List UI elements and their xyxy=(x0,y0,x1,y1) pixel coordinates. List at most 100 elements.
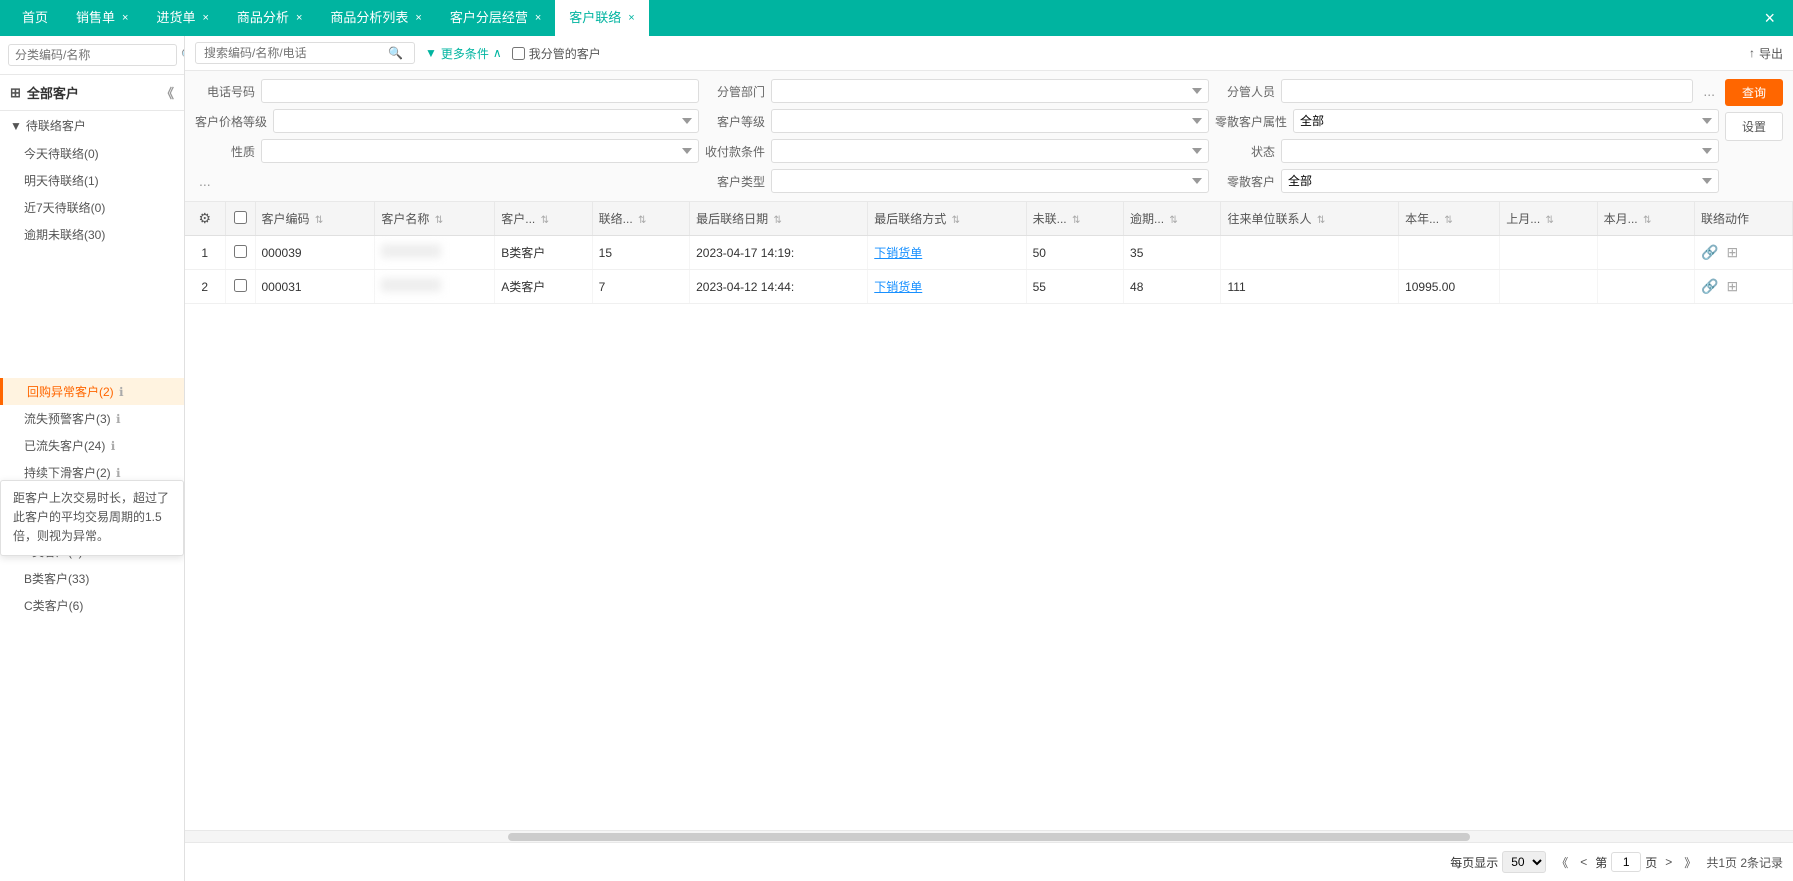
sort-name-icon[interactable]: ⇅ xyxy=(435,215,443,226)
nature-select[interactable] xyxy=(261,139,699,163)
nav-customer-tier[interactable]: 客户分层经营 × xyxy=(436,0,555,36)
my-customers-checkbox[interactable] xyxy=(512,47,525,60)
last-method-link-2[interactable]: 下销货单 xyxy=(874,280,922,294)
filter-icon: ▼ xyxy=(425,46,437,60)
sort-method-icon[interactable]: ⇅ xyxy=(952,215,960,226)
close-all-button[interactable]: × xyxy=(1754,8,1785,29)
sidebar-item-overdue[interactable]: 逾期未联络(30) xyxy=(0,221,184,248)
row2-checkbox[interactable] xyxy=(234,279,247,292)
nav-home[interactable]: 首页 xyxy=(8,0,62,36)
sidebar-item-today[interactable]: 今天待联络(0) xyxy=(0,140,184,167)
sort-contact-icon[interactable]: ⇅ xyxy=(638,215,646,226)
sidebar-item-class-c[interactable]: C类客户(6) xyxy=(0,592,184,619)
more-filter-button[interactable]: ▼ 更多条件 ∧ xyxy=(425,45,502,62)
th-actions: 联络动作 xyxy=(1695,202,1793,236)
table-row: 2 000031 A类客户 xyxy=(185,270,1793,304)
td-unit-contact-1 xyxy=(1221,236,1399,270)
sidebar-collapse-button[interactable]: 《 xyxy=(161,83,174,102)
last-method-link-1[interactable]: 下销货单 xyxy=(874,246,922,260)
row1-checkbox[interactable] xyxy=(234,245,247,258)
last-page-button[interactable]: 》 xyxy=(1680,852,1700,873)
customer-search-icon[interactable]: 🔍 xyxy=(388,46,403,60)
action-link-icon-2[interactable]: 🔗 xyxy=(1701,278,1718,295)
nav-customer-contact-close[interactable]: × xyxy=(628,0,634,36)
nav-product-analysis[interactable]: 商品分析 × xyxy=(223,0,316,36)
filter-field-ellipsis: ... xyxy=(195,173,699,189)
nav-sales-close[interactable]: × xyxy=(122,0,128,36)
table-header-row: ⚙ 客户编码 ⇅ 客户名称 ⇅ xyxy=(185,202,1793,236)
person-input[interactable] xyxy=(1281,79,1693,103)
retail-customer-select[interactable]: 全部 xyxy=(1281,169,1719,193)
action-grid-icon-1[interactable]: ⊞ xyxy=(1726,244,1738,261)
sort-uncontacted-icon[interactable]: ⇅ xyxy=(1072,215,1080,226)
th-code: 客户编码 ⇅ xyxy=(255,202,375,236)
first-page-button[interactable]: 《 xyxy=(1552,852,1572,873)
nav-customer-contact[interactable]: 客户联络 × xyxy=(555,0,648,36)
sort-unit-icon[interactable]: ⇅ xyxy=(1317,215,1325,226)
dept-select[interactable] xyxy=(771,79,1209,103)
status-select[interactable] xyxy=(1281,139,1719,163)
nav-customer-tier-close[interactable]: × xyxy=(535,0,541,36)
price-level-select[interactable] xyxy=(273,109,699,133)
sidebar-item-7days[interactable]: 近7天待联络(0) xyxy=(0,194,184,221)
sidebar-item-repurchase-abnormal[interactable]: 回购异常客户(2) ℹ xyxy=(0,378,184,405)
customer-type-select[interactable] xyxy=(771,169,1209,193)
query-button[interactable]: 查询 xyxy=(1725,79,1783,106)
export-button[interactable]: ↑ 导出 xyxy=(1749,45,1783,62)
customer-search-input[interactable] xyxy=(204,46,384,60)
sidebar-item-lost-preview[interactable]: 流失预警客户(3) ℹ xyxy=(0,405,184,432)
filter-row-1: 电话号码 分管部门 分管人员 ... xyxy=(195,79,1719,103)
sidebar: 🔍 ⊞ 全部客户 《 ▼ 待联络客户 今天待联络(0) 明天待联络(1) 近7天… xyxy=(0,36,185,881)
td-this-year-2: 10995.00 xyxy=(1399,270,1500,304)
sort-type-icon[interactable]: ⇅ xyxy=(541,215,549,226)
sort-thismonth-icon[interactable]: ⇅ xyxy=(1643,215,1651,226)
sidebar-item-tomorrow[interactable]: 明天待联络(1) xyxy=(0,167,184,194)
sidebar-group-pending[interactable]: ▼ 待联络客户 xyxy=(0,111,184,140)
phone-label: 电话号码 xyxy=(195,83,255,100)
pending-group-label: 待联络客户 xyxy=(26,117,86,134)
horizontal-scrollbar[interactable] xyxy=(185,830,1793,842)
retail-attr-select[interactable]: 全部 xyxy=(1293,109,1719,133)
table-settings-icon[interactable]: ⚙ xyxy=(198,210,211,226)
page-number-input[interactable] xyxy=(1611,852,1641,872)
sidebar-item-class-b[interactable]: B类客户(33) xyxy=(0,565,184,592)
td-actions-2: 🔗 ⊞ xyxy=(1695,270,1793,304)
sort-code-icon[interactable]: ⇅ xyxy=(315,215,323,226)
prev-page-button[interactable]: < xyxy=(1576,853,1591,871)
nav-sales[interactable]: 销售单 × xyxy=(62,0,142,36)
nav-purchase-close[interactable]: × xyxy=(202,0,208,36)
td-last-method-2: 下销货单 xyxy=(868,270,1026,304)
th-last-contact-date: 最后联络日期 ⇅ xyxy=(690,202,868,236)
row4-ellipsis-button[interactable]: ... xyxy=(195,173,215,189)
per-page-select[interactable]: 50 xyxy=(1502,851,1546,873)
nav-product-analysis-close[interactable]: × xyxy=(296,0,302,36)
filter-field-person: 分管人员 ... xyxy=(1215,79,1719,103)
next-page-button[interactable]: > xyxy=(1661,853,1676,871)
sort-date-icon[interactable]: ⇅ xyxy=(773,215,781,226)
phone-input[interactable] xyxy=(261,79,699,103)
td-check-1 xyxy=(225,236,255,270)
action-link-icon-1[interactable]: 🔗 xyxy=(1701,244,1718,261)
my-customers-checkbox-area[interactable]: 我分管的客户 xyxy=(512,45,601,62)
sidebar-item-already-lost[interactable]: 已流失客户(24) ℹ xyxy=(0,432,184,459)
category-search-input[interactable] xyxy=(8,44,177,66)
filter-field-nature: 性质 xyxy=(195,139,699,163)
nature-label: 性质 xyxy=(195,143,255,160)
customer-level-select[interactable] xyxy=(771,109,1209,133)
nav-purchase[interactable]: 进货单 × xyxy=(142,0,222,36)
select-all-checkbox[interactable] xyxy=(234,211,247,224)
scrollbar-thumb[interactable] xyxy=(508,833,1470,841)
sort-lastmonth-icon[interactable]: ⇅ xyxy=(1546,215,1554,226)
filter-settings-button[interactable]: 设置 xyxy=(1725,112,1783,141)
sort-year-icon[interactable]: ⇅ xyxy=(1444,215,1452,226)
sort-overdue-icon[interactable]: ⇅ xyxy=(1169,215,1177,226)
customer-table-wrap: ⚙ 客户编码 ⇅ 客户名称 ⇅ xyxy=(185,202,1793,830)
nav-product-list-close[interactable]: × xyxy=(415,0,421,36)
nav-product-list[interactable]: 商品分析列表 × xyxy=(316,0,435,36)
action-grid-icon-2[interactable]: ⊞ xyxy=(1726,278,1738,295)
person-ellipsis-button[interactable]: ... xyxy=(1699,83,1719,99)
repurchase-info-icon: ℹ xyxy=(119,385,124,399)
payment-select[interactable] xyxy=(771,139,1209,163)
th-this-month: 本月... ⇅ xyxy=(1597,202,1694,236)
more-filter-label: 更多条件 xyxy=(441,45,489,62)
